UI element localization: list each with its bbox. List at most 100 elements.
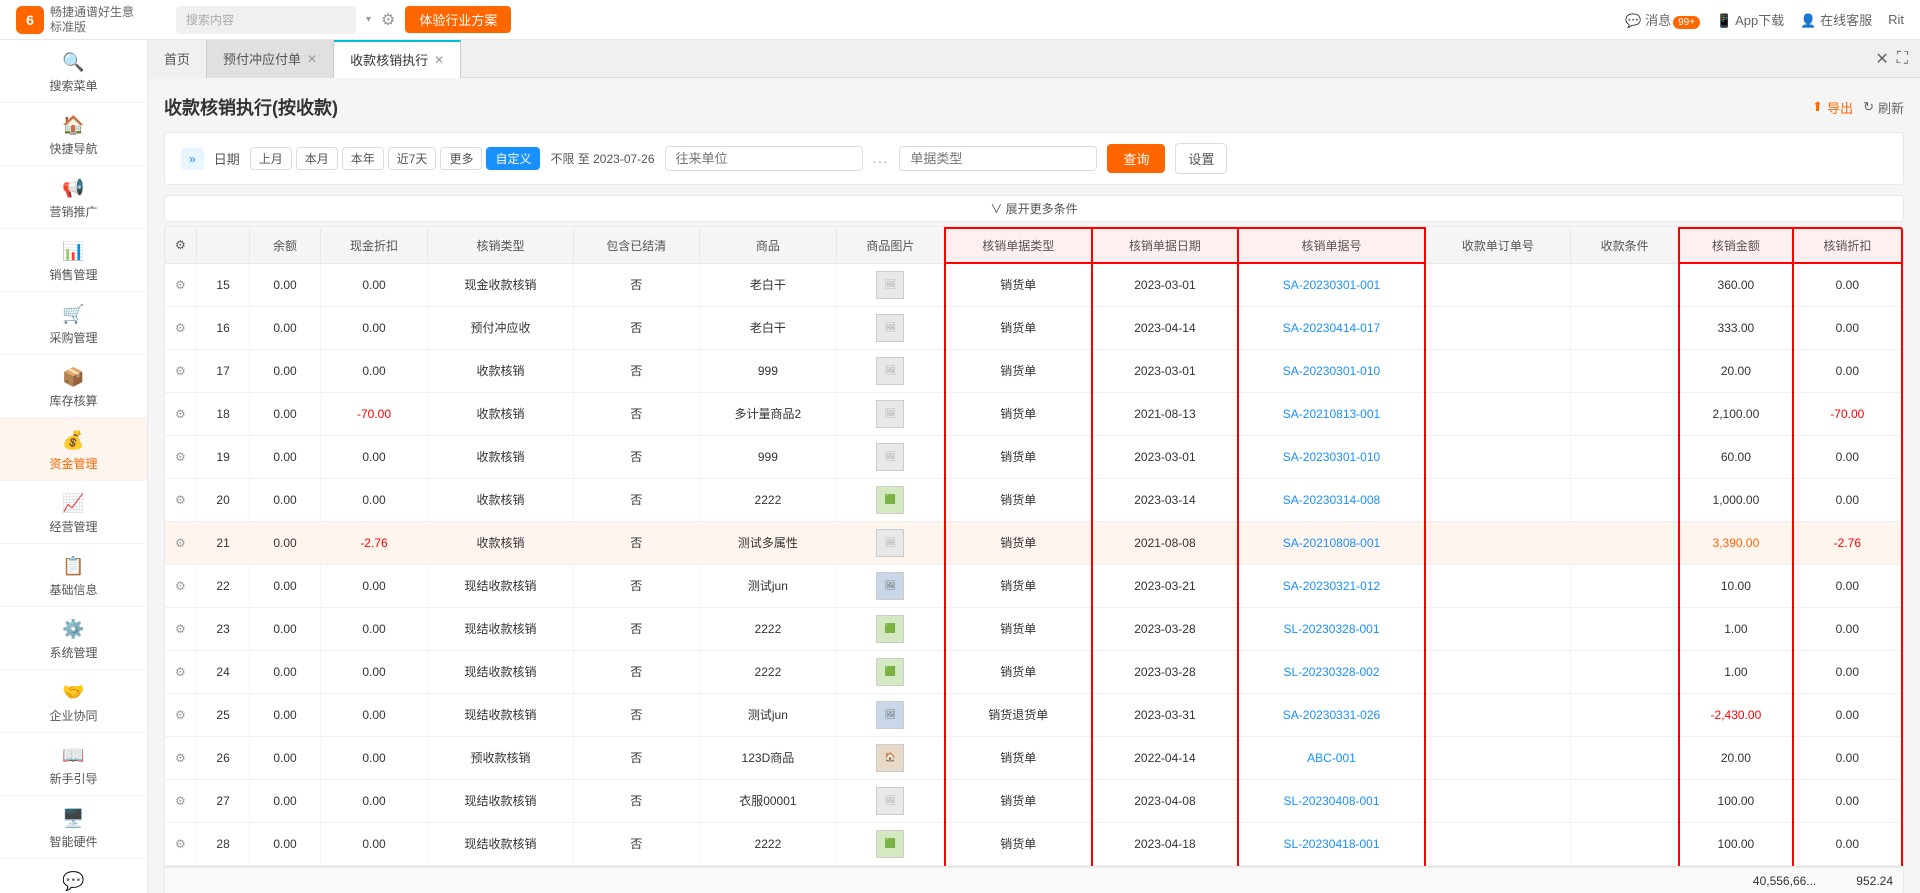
- cell-cash-discount: 0.00: [320, 650, 428, 693]
- notification-icon[interactable]: 💬 消息99+: [1625, 10, 1700, 29]
- cell-cancel-doc-no[interactable]: SA-20230331-026: [1238, 693, 1424, 736]
- cell-cancel-doc-no[interactable]: SL-20230328-002: [1238, 650, 1424, 693]
- search-dropdown-icon[interactable]: ▾: [366, 14, 371, 25]
- sidebar-item-sales[interactable]: 📊 销售管理: [0, 229, 147, 292]
- cell-cancel-amount: 100.00: [1679, 822, 1793, 865]
- cell-cancel-doc-no[interactable]: SL-20230328-001: [1238, 607, 1424, 650]
- company-dots: ...: [873, 151, 890, 166]
- tab-close-active-icon[interactable]: ✕: [434, 53, 444, 67]
- cell-cancel-doc-no[interactable]: SA-20230301-001: [1238, 263, 1424, 306]
- hardware-icon: 🖥️: [62, 808, 84, 829]
- cell-cancel-doc-type: 销货单: [945, 306, 1092, 349]
- last-month-button[interactable]: 上月: [250, 147, 292, 170]
- table-row: ⚙ 24 0.00 0.00 现结收款核销 否 2222 🟩 销货单 2023-…: [165, 650, 1902, 693]
- table-row: ⚙ 25 0.00 0.00 现结收款核销 否 测试jun 🖼 销货退货单 20…: [165, 693, 1902, 736]
- cell-cancel-doc-no[interactable]: SA-20210808-001: [1238, 521, 1424, 564]
- cell-settings: ⚙: [165, 349, 196, 392]
- tab-prepay[interactable]: 预付冲应付单 ✕: [207, 40, 334, 78]
- cell-cash-discount: 0.00: [320, 349, 428, 392]
- cell-cancel-amount: 1.00: [1679, 607, 1793, 650]
- query-button[interactable]: 查询: [1107, 144, 1165, 173]
- cell-settings: ⚙: [165, 779, 196, 822]
- sidebar-item-search-menu[interactable]: 🔍 搜索菜单: [0, 40, 147, 103]
- user-name[interactable]: Rit: [1888, 12, 1904, 27]
- cell-receipt-order-no: [1425, 736, 1571, 779]
- cell-cancel-discount: 0.00: [1793, 306, 1902, 349]
- top-bar-main: 搜索内容 ▾ ⚙ 体验行业方案: [176, 6, 1613, 34]
- cell-cancel-doc-no[interactable]: SA-20230321-012: [1238, 564, 1424, 607]
- wechat-icon: 💬: [62, 871, 84, 892]
- cell-cancel-doc-no[interactable]: ABC-001: [1238, 736, 1424, 779]
- custom-date-button[interactable]: 自定义: [486, 147, 540, 170]
- tab-receipt-cancel[interactable]: 收款核销执行 ✕: [334, 40, 461, 78]
- cell-cancel-doc-no[interactable]: SL-20230418-001: [1238, 822, 1424, 865]
- sidebar-item-basic-info[interactable]: 📋 基础信息: [0, 544, 147, 607]
- export-button[interactable]: ⬆ 导出: [1812, 98, 1853, 117]
- data-table-container: ⚙ 余额 现金折扣 核销类型 包含已结清 商品 商品图片 核销单据类型 核销单据…: [164, 226, 1904, 893]
- more-dates-button[interactable]: 更多: [440, 147, 482, 170]
- cell-cancel-doc-no[interactable]: SL-20230408-001: [1238, 779, 1424, 822]
- sidebar-item-purchase[interactable]: 🛒 采购管理: [0, 292, 147, 355]
- online-service-link[interactable]: 👤 在线客服: [1800, 10, 1872, 29]
- settings-icon[interactable]: ⚙: [381, 10, 395, 30]
- sidebar-item-marketing[interactable]: 📢 营销推广: [0, 166, 147, 229]
- table-row: ⚙ 19 0.00 0.00 收款核销 否 999 🖼 销货单 2023-03-…: [165, 435, 1902, 478]
- search-input[interactable]: 搜索内容: [176, 6, 356, 34]
- cell-cancel-discount: 0.00: [1793, 478, 1902, 521]
- doc-type-select[interactable]: [899, 146, 1097, 171]
- app-download-link[interactable]: 📱 App下载: [1716, 10, 1784, 29]
- cell-balance: 0.00: [250, 435, 320, 478]
- cell-cancel-discount: -2.76: [1793, 521, 1902, 564]
- sidebar-item-inventory[interactable]: 📦 库存核算: [0, 355, 147, 418]
- cell-cancel-doc-no[interactable]: SA-20230301-010: [1238, 435, 1424, 478]
- cell-product-image: 🖼: [836, 521, 945, 564]
- tab-window-close-icon[interactable]: ✕: [1875, 49, 1888, 69]
- industry-solution-button[interactable]: 体验行业方案: [405, 6, 511, 33]
- cell-settings: ⚙: [165, 435, 196, 478]
- cell-cancel-amount: -2,430.00: [1679, 693, 1793, 736]
- cell-receipt-condition: [1571, 564, 1680, 607]
- cell-balance: 0.00: [250, 607, 320, 650]
- sidebar-item-guide[interactable]: 📖 新手引导: [0, 733, 147, 796]
- sidebar-item-label: 库存核算: [49, 392, 97, 409]
- sidebar-item-wechat[interactable]: 💬 企业微信: [0, 859, 147, 893]
- cell-balance: 0.00: [250, 349, 320, 392]
- cell-receipt-condition: [1571, 693, 1680, 736]
- refresh-icon: ↻: [1863, 99, 1874, 115]
- tab-close-icon[interactable]: ✕: [307, 52, 317, 66]
- cell-balance: 0.00: [250, 564, 320, 607]
- tab-maximize-icon[interactable]: ⛶: [1897, 50, 1908, 68]
- col-settings[interactable]: ⚙: [165, 228, 196, 263]
- sidebar-item-operation[interactable]: 📈 经营管理: [0, 481, 147, 544]
- cell-cancel-doc-no[interactable]: SA-20230301-010: [1238, 349, 1424, 392]
- cell-cancel-discount: 0.00: [1793, 693, 1902, 736]
- sidebar-item-system[interactable]: ⚙️ 系统管理: [0, 607, 147, 670]
- cell-receipt-condition: [1571, 607, 1680, 650]
- cell-seq: 24: [196, 650, 250, 693]
- sales-icon: 📊: [62, 241, 84, 262]
- sidebar-item-quick-nav[interactable]: 🏠 快捷导航: [0, 103, 147, 166]
- cell-cancel-discount: 0.00: [1793, 650, 1902, 693]
- filter-expand-button[interactable]: »: [181, 148, 204, 170]
- cell-cancel-type: 预收款核销: [428, 736, 573, 779]
- cell-cancel-doc-no[interactable]: SA-20230314-008: [1238, 478, 1424, 521]
- refresh-button[interactable]: ↻ 刷新: [1863, 98, 1904, 117]
- cell-cancel-doc-no[interactable]: SA-20230414-017: [1238, 306, 1424, 349]
- cell-cash-discount: 0.00: [320, 306, 428, 349]
- tab-home[interactable]: 首页: [148, 40, 207, 78]
- last-7days-button[interactable]: 近7天: [388, 147, 437, 170]
- sidebar-item-hardware[interactable]: 🖥️ 智能硬件: [0, 796, 147, 859]
- expand-more-button[interactable]: ∨ 展开更多条件: [164, 195, 1904, 222]
- table-row: ⚙ 15 0.00 0.00 现金收款核销 否 老白干 🖼 销货单 2023-0…: [165, 263, 1902, 306]
- cell-cancel-doc-no[interactable]: SA-20210813-001: [1238, 392, 1424, 435]
- company-input[interactable]: [665, 146, 863, 171]
- settings-button[interactable]: 设置: [1175, 143, 1227, 174]
- this-year-button[interactable]: 本年: [342, 147, 384, 170]
- cell-settings: ⚙: [165, 392, 196, 435]
- this-month-button[interactable]: 本月: [296, 147, 338, 170]
- cell-settled: 否: [573, 306, 699, 349]
- sidebar-item-finance[interactable]: 💰 资金管理: [0, 418, 147, 481]
- sidebar-item-enterprise[interactable]: 🤝 企业协同: [0, 670, 147, 733]
- cell-cancel-type: 预付冲应收: [428, 306, 573, 349]
- cell-product: 999: [699, 435, 836, 478]
